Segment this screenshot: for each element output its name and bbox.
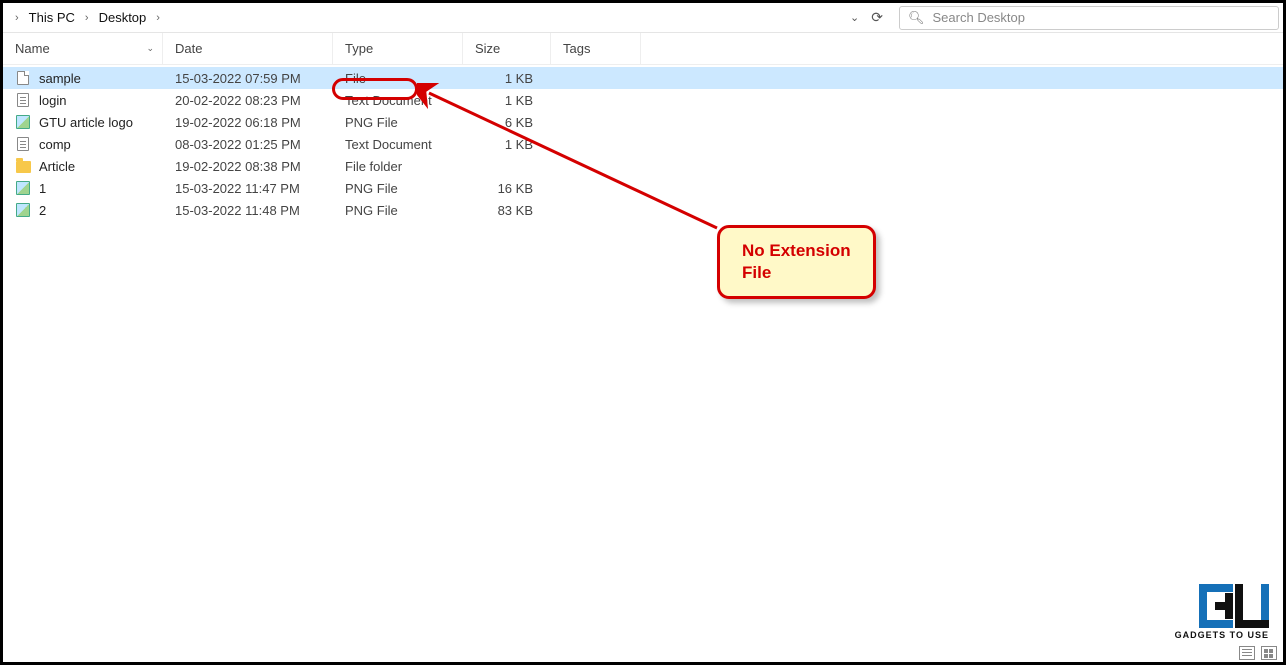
column-label: Tags xyxy=(563,41,590,56)
tiles-view-icon[interactable] xyxy=(1261,646,1277,660)
file-name-cell: GTU article logo xyxy=(3,114,163,130)
png-icon xyxy=(15,202,31,218)
file-date-cell: 19-02-2022 08:38 PM xyxy=(163,159,333,174)
file-type-cell: Text Document xyxy=(333,93,463,108)
file-date-cell: 15-03-2022 11:47 PM xyxy=(163,181,333,196)
watermark: GADGETS TO USE xyxy=(1175,584,1269,640)
column-label: Size xyxy=(475,41,500,56)
file-size-cell: 16 KB xyxy=(463,181,551,196)
file-type-cell: File xyxy=(333,71,463,86)
file-name: 1 xyxy=(39,181,46,196)
table-row[interactable]: sample 15-03-2022 07:59 PMFile1 KB xyxy=(3,67,1283,89)
chevron-right-icon: › xyxy=(156,12,160,24)
file-date-cell: 08-03-2022 01:25 PM xyxy=(163,137,333,152)
column-header-size[interactable]: Size xyxy=(463,33,551,64)
chevron-down-icon: ⌄ xyxy=(146,43,154,54)
png-icon xyxy=(15,180,31,196)
png-icon xyxy=(15,114,31,130)
table-row[interactable]: Article 19-02-2022 08:38 PMFile folder xyxy=(3,155,1283,177)
column-header-date[interactable]: Date xyxy=(163,33,333,64)
breadcrumb[interactable]: › This PC › Desktop › xyxy=(7,3,840,32)
file-name: login xyxy=(39,93,66,108)
annotation-text: No Extension xyxy=(742,240,851,262)
column-label: Name xyxy=(15,41,50,56)
file-date-cell: 15-03-2022 07:59 PM xyxy=(163,71,333,86)
file-name-cell: login xyxy=(3,92,163,108)
file-size-cell: 1 KB xyxy=(463,71,551,86)
file-size-cell: 1 KB xyxy=(463,93,551,108)
watermark-logo xyxy=(1175,584,1269,628)
chevron-right-icon: › xyxy=(85,12,89,24)
table-row[interactable]: 2 15-03-2022 11:48 PMPNG File83 KB xyxy=(3,199,1283,221)
file-type-cell: PNG File xyxy=(333,115,463,130)
view-switcher xyxy=(1239,646,1277,660)
file-type-cell: Text Document xyxy=(333,137,463,152)
search-input[interactable] xyxy=(933,10,1270,25)
annotation-text: File xyxy=(742,262,851,284)
text-icon xyxy=(15,136,31,152)
file-size-cell: 83 KB xyxy=(463,203,551,218)
file-name-cell: comp xyxy=(3,136,163,152)
table-row[interactable]: GTU article logo 19-02-2022 06:18 PMPNG F… xyxy=(3,111,1283,133)
table-row[interactable]: comp 08-03-2022 01:25 PMText Document1 KB xyxy=(3,133,1283,155)
search-box[interactable]: 🔍︎ xyxy=(899,6,1279,30)
table-row[interactable]: login 20-02-2022 08:23 PMText Document1 K… xyxy=(3,89,1283,111)
search-icon: 🔍︎ xyxy=(908,10,925,26)
table-row[interactable]: 1 15-03-2022 11:47 PMPNG File16 KB xyxy=(3,177,1283,199)
file-name: sample xyxy=(39,71,81,86)
file-list[interactable]: sample15-03-2022 07:59 PMFile1 KBlogin20… xyxy=(3,65,1283,221)
folder-icon xyxy=(15,158,31,174)
file-name: Article xyxy=(39,159,75,174)
file-size-cell: 1 KB xyxy=(463,137,551,152)
details-view-icon[interactable] xyxy=(1239,646,1255,660)
text-icon xyxy=(15,92,31,108)
file-name-cell: 2 xyxy=(3,202,163,218)
file-name: GTU article logo xyxy=(39,115,133,130)
file-icon xyxy=(15,70,31,86)
column-label: Type xyxy=(345,41,373,56)
file-name: 2 xyxy=(39,203,46,218)
address-controls: ⌄ ⟳ xyxy=(840,9,893,26)
file-type-cell: PNG File xyxy=(333,181,463,196)
file-name-cell: sample xyxy=(3,70,163,86)
watermark-text: GADGETS TO USE xyxy=(1175,630,1269,640)
file-date-cell: 19-02-2022 06:18 PM xyxy=(163,115,333,130)
column-header-type[interactable]: Type xyxy=(333,33,463,64)
file-type-cell: PNG File xyxy=(333,203,463,218)
file-size-cell: 6 KB xyxy=(463,115,551,130)
breadcrumb-item[interactable]: Desktop xyxy=(95,8,151,27)
file-date-cell: 15-03-2022 11:48 PM xyxy=(163,203,333,218)
column-label: Date xyxy=(175,41,202,56)
breadcrumb-item[interactable]: This PC xyxy=(25,8,79,27)
file-date-cell: 20-02-2022 08:23 PM xyxy=(163,93,333,108)
file-type-cell: File folder xyxy=(333,159,463,174)
column-header-name[interactable]: Name ⌄ xyxy=(3,33,163,64)
chevron-down-icon[interactable]: ⌄ xyxy=(850,11,859,24)
file-name-cell: 1 xyxy=(3,180,163,196)
refresh-icon[interactable]: ⟳ xyxy=(871,9,883,26)
file-name: comp xyxy=(39,137,71,152)
annotation-callout: No Extension File xyxy=(717,225,876,299)
file-name-cell: Article xyxy=(3,158,163,174)
column-header-tags[interactable]: Tags xyxy=(551,33,641,64)
column-headers: Name ⌄ Date Type Size Tags xyxy=(3,33,1283,65)
address-bar: › This PC › Desktop › ⌄ ⟳ 🔍︎ xyxy=(3,3,1283,33)
chevron-right-icon: › xyxy=(15,12,19,24)
